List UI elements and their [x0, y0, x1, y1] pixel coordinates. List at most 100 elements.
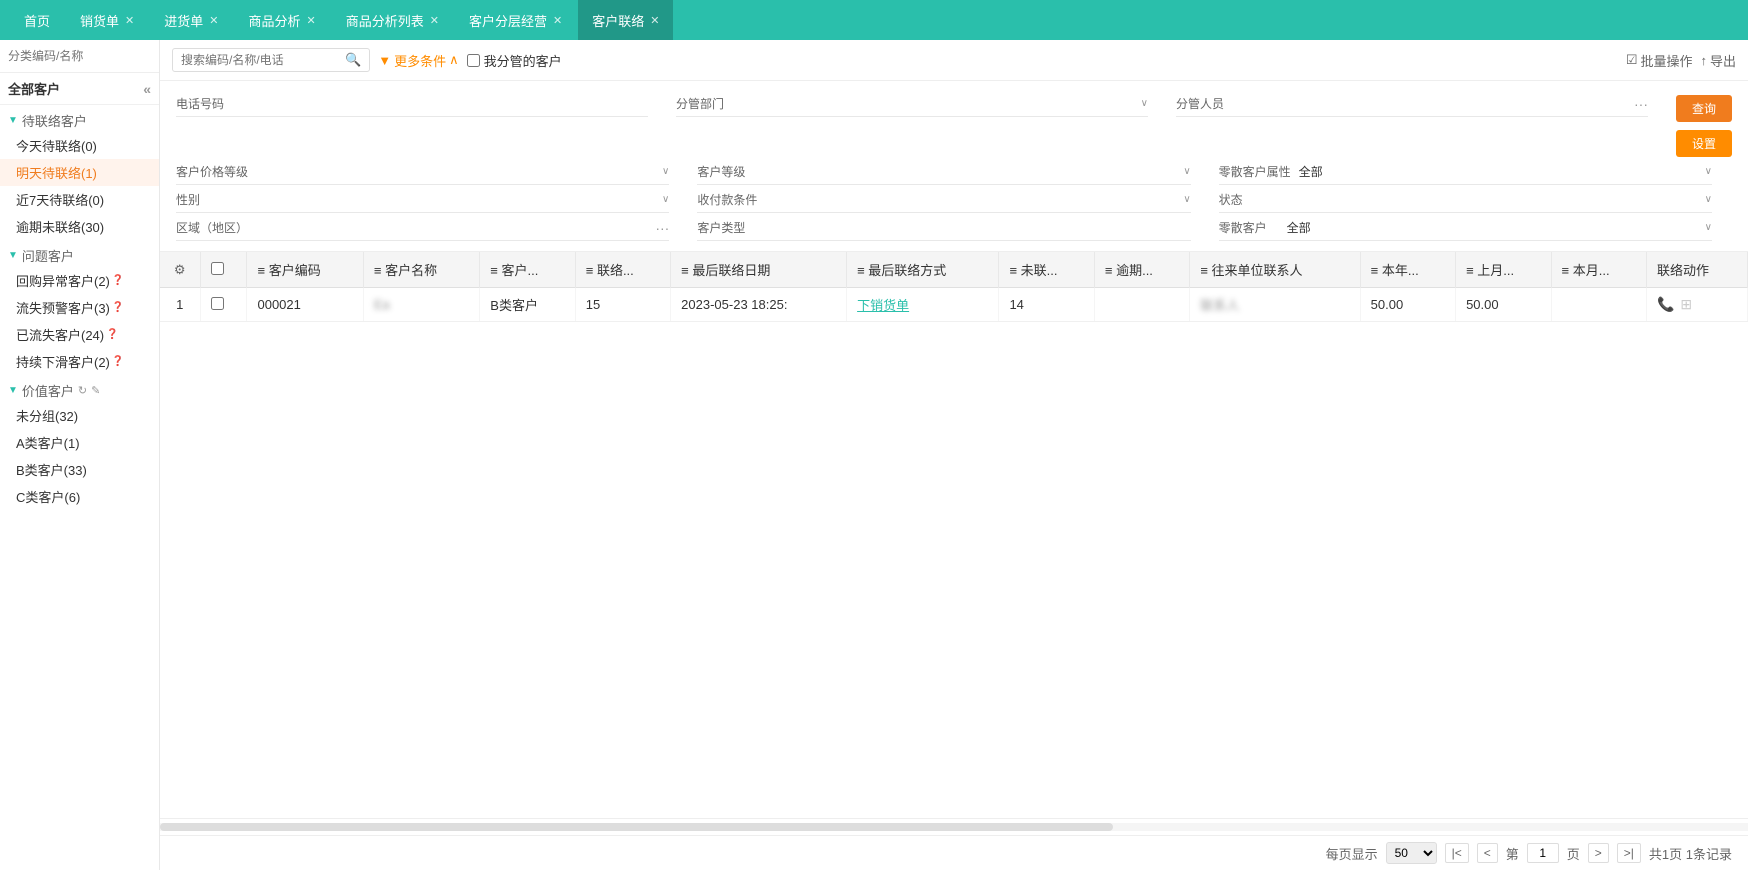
close-icon[interactable]: ✕ — [553, 14, 562, 27]
filter-region[interactable]: 区域（地区） ··· — [176, 215, 669, 241]
col-settings[interactable]: ⚙ — [160, 252, 200, 288]
row-contact-person: 联系人 — [1190, 288, 1360, 322]
last-page-btn[interactable]: >| — [1617, 843, 1641, 863]
select-all-checkbox[interactable] — [211, 262, 224, 275]
phone-input[interactable] — [244, 97, 648, 111]
filter-customer-type[interactable]: 客户类型 — [697, 215, 1190, 241]
more-icon[interactable]: ··· — [1634, 96, 1648, 112]
chevron-icon: ∧ — [449, 52, 459, 68]
sidebar-item-churned[interactable]: 已流失客户(24) ❓ — [0, 321, 159, 348]
chevron-down-icon: ∨ — [1183, 166, 1190, 177]
row-index: 1 — [160, 288, 200, 322]
my-customers-checkbox-label[interactable]: 我分管的客户 — [467, 51, 562, 70]
more-icon[interactable]: ··· — [655, 220, 669, 236]
col-type: ≡ 客户... — [480, 252, 575, 288]
close-icon[interactable]: ✕ — [650, 14, 659, 27]
page-number-input[interactable] — [1527, 843, 1559, 863]
sidebar-item-7days[interactable]: 近7天待联络(0) — [0, 186, 159, 213]
export-icon: ↑ — [1700, 53, 1707, 68]
col-uncontacted: ≡ 未联... — [999, 252, 1094, 288]
filter-person[interactable]: 分管人员 ··· — [1176, 91, 1648, 117]
edit-icon[interactable]: ✎ — [91, 384, 100, 397]
chevron-down-icon: ∨ — [662, 166, 669, 177]
export-btn[interactable]: ↑ 导出 — [1700, 51, 1736, 70]
batch-operation-btn[interactable]: ☑ 批量操作 — [1626, 51, 1693, 70]
col-last-month: ≡ 上月... — [1456, 252, 1551, 288]
sidebar-item-tomorrow[interactable]: 明天待联络(1) — [0, 159, 159, 186]
help-icon: ❓ — [112, 302, 124, 313]
collapse-icon: « — [143, 81, 151, 97]
sidebar-value-group: ▼ 价值客户 ↻ ✎ — [0, 375, 159, 402]
nav-customer-tier[interactable]: 客户分层经营 ✕ — [455, 0, 576, 40]
nav-product-analysis-list[interactable]: 商品分析列表 ✕ — [332, 0, 453, 40]
col-overdue: ≡ 逾期... — [1094, 252, 1189, 288]
pagination-bar: 每页显示 50 10 20 100 |< < 第 页 > >| 共1页 1条记录 — [160, 835, 1748, 870]
nav-customer-contact[interactable]: 客户联络 ✕ — [578, 0, 673, 40]
grid-action-icon[interactable]: ⊞ — [1680, 296, 1692, 313]
row-checkbox[interactable] — [200, 288, 247, 322]
chevron-down-icon: ∨ — [1183, 194, 1190, 205]
filter-price-level[interactable]: 客户价格等级 ∨ — [176, 159, 669, 185]
prev-page-btn[interactable]: < — [1477, 843, 1498, 863]
col-last-contact-date: ≡ 最后联络日期 — [671, 252, 847, 288]
nav-product-analysis[interactable]: 商品分析 ✕ — [234, 0, 329, 40]
phone-action-icon[interactable]: 📞 — [1657, 296, 1674, 313]
sidebar-item-b-class[interactable]: B类客户(33) — [0, 456, 159, 483]
sidebar-item-c-class[interactable]: C类客户(6) — [0, 483, 159, 510]
checkbox-icon: ☑ — [1626, 52, 1638, 68]
filter-retail-customer[interactable]: 零散客户 全部 ∨ — [1219, 215, 1712, 241]
row-type: B类客户 — [480, 288, 575, 322]
nav-purchase-order[interactable]: 进货单 ✕ — [150, 0, 232, 40]
nav-sales-order[interactable]: 销货单 ✕ — [66, 0, 148, 40]
filter-payment[interactable]: 收付款条件 ∨ — [697, 187, 1190, 213]
sidebar-item-repurchase-abnormal[interactable]: 回购异常客户(2) ❓ — [0, 267, 159, 294]
sidebar-item-churn-warning[interactable]: 流失预警客户(3) ❓ — [0, 294, 159, 321]
sidebar-item-overdue[interactable]: 逾期未联络(30) — [0, 213, 159, 240]
triangle-icon: ▼ — [8, 385, 18, 396]
chevron-down-icon: ∨ — [1141, 98, 1148, 109]
total-label: 共1页 1条记录 — [1649, 844, 1732, 863]
sidebar-all-customers[interactable]: 全部客户 « — [0, 73, 159, 105]
page-label: 第 — [1506, 844, 1519, 863]
filter-dept[interactable]: 分管部门 ∨ — [676, 91, 1148, 117]
next-page-btn[interactable]: > — [1588, 843, 1609, 863]
my-customers-checkbox[interactable] — [467, 54, 480, 67]
close-icon[interactable]: ✕ — [430, 14, 439, 27]
filter-gender[interactable]: 性别 ∨ — [176, 187, 669, 213]
sidebar-item-a-class[interactable]: A类客户(1) — [0, 429, 159, 456]
sidebar-item-declining[interactable]: 持续下滑客户(2) ❓ — [0, 348, 159, 375]
row-last-contact-method[interactable]: 下销货单 — [847, 288, 999, 322]
row-last-month: 50.00 — [1456, 288, 1551, 322]
col-code: ≡ 客户编码 — [247, 252, 363, 288]
refresh-icon[interactable]: ↻ — [78, 384, 87, 397]
filter-customer-level[interactable]: 客户等级 ∨ — [697, 159, 1190, 185]
filter-status[interactable]: 状态 ∨ — [1219, 187, 1712, 213]
close-icon[interactable]: ✕ — [307, 14, 316, 27]
sidebar-search-input[interactable] — [8, 49, 160, 63]
filter-panel: 电话号码 分管部门 ∨ 分管人员 ··· — [160, 81, 1748, 252]
col-checkbox[interactable] — [200, 252, 247, 288]
chevron-down-icon: ∨ — [1705, 166, 1712, 177]
sidebar-item-ungrouped[interactable]: 未分组(32) — [0, 402, 159, 429]
query-button[interactable]: 查询 — [1676, 95, 1732, 122]
close-icon[interactable]: ✕ — [125, 14, 134, 27]
page-size-select[interactable]: 50 10 20 100 — [1386, 842, 1437, 864]
search-input[interactable] — [181, 53, 341, 67]
search-icon[interactable]: 🔍 — [345, 52, 361, 68]
col-contact-person: ≡ 往来单位联系人 — [1190, 252, 1360, 288]
row-uncontacted: 14 — [999, 288, 1094, 322]
filter-retail-attr[interactable]: 零散客户属性 全部 ∨ — [1219, 159, 1712, 185]
content-area: 🔍 ▼ 更多条件 ∧ 我分管的客户 ☑ 批量操作 ↑ 导出 — [160, 40, 1748, 870]
close-icon[interactable]: ✕ — [209, 14, 218, 27]
data-table-wrapper: ⚙ ≡ 客户编码 ≡ 客户名称 ≡ 客户... ≡ 联络... ≡ 最后联络日期… — [160, 252, 1748, 818]
query-set-buttons: 查询 设置 — [1676, 91, 1732, 157]
chevron-down-icon: ∨ — [662, 194, 669, 205]
nav-home[interactable]: 首页 — [10, 0, 64, 40]
col-this-year: ≡ 本年... — [1360, 252, 1455, 288]
set-button[interactable]: 设置 — [1676, 130, 1732, 157]
first-page-btn[interactable]: |< — [1445, 843, 1469, 863]
filter-icon: ▼ — [378, 53, 391, 68]
more-conditions-btn[interactable]: ▼ 更多条件 ∧ — [378, 51, 458, 70]
col-this-month: ≡ 本月... — [1551, 252, 1646, 288]
sidebar-item-today[interactable]: 今天待联络(0) — [0, 132, 159, 159]
